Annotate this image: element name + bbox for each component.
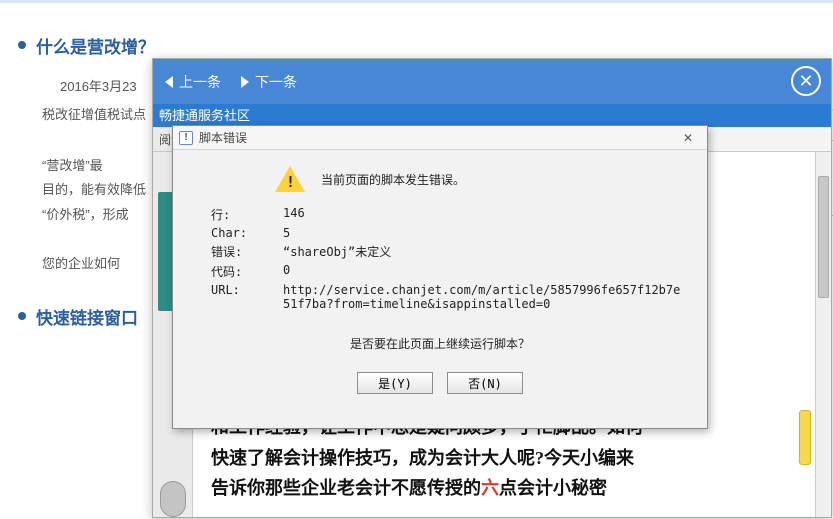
article-line-2: 快速了解会计操作技巧，成为会计大人呢?今天小编来 [211,443,797,474]
dialog-title-text: 脚本错误 [199,129,247,146]
close-icon: ✕ [798,71,813,92]
row-code-value: 0 [283,263,685,280]
site-title: 畅捷通服务社区 [159,108,250,123]
heading-1: 什么是营改增？ [36,33,155,58]
row-url-value: http://service.chanjet.com/m/article/585… [283,283,685,311]
modal-nav-bar: 上一条 下一条 ✕ [153,59,831,104]
error-details-table: 行: 146 Char: 5 错误: “shareObj”未定义 代码: 0 U… [211,206,685,311]
gray-capsule-icon [160,481,186,517]
row-char-label: Char: [211,226,283,240]
row-line-value: 146 [283,206,685,223]
script-error-dialog: ! 脚本错误 ✕ 当前页面的脚本发生错误。 行: 146 Char: 5 错误:… [172,125,708,429]
article-line-3: 告诉你那些企业老会计不愿传授的六点会计小秘密 [211,473,797,504]
next-label: 下一条 [255,72,297,92]
no-button[interactable]: 否(N) [447,372,523,394]
bullet-item-1: 什么是营改增？ [18,33,833,58]
bullet-dot-icon [18,312,26,320]
row-error-label: 错误: [211,243,283,260]
row-error-value: “shareObj”未定义 [283,243,685,260]
next-article-button[interactable]: 下一条 [241,72,297,92]
warning-triangle-icon [275,166,305,192]
dialog-title-bar: ! 脚本错误 ✕ [173,126,707,150]
dialog-body: 当前页面的脚本发生错误。 行: 146 Char: 5 错误: “shareOb… [173,150,707,428]
article-line-3-red: 六 [481,478,499,498]
article-line-3a: 告诉你那些企业老会计不愿传授的 [211,478,481,498]
prev-label: 上一条 [179,72,221,92]
continue-question: 是否要在此页面上继续运行脚本？ [195,335,685,352]
dialog-heading: 当前页面的脚本发生错误。 [321,171,465,188]
dialog-button-row: 是(Y) 否(N) [195,372,685,394]
chevron-right-icon [241,76,249,88]
row-code-label: 代码: [211,263,283,280]
bullet-dot-icon [18,41,26,49]
heading-2: 快速链接窗口 [36,304,138,329]
row-char-value: 5 [283,226,685,240]
close-modal-button[interactable]: ✕ [791,66,821,96]
row-line-label: 行: [211,206,283,223]
dialog-close-button[interactable]: ✕ [673,129,703,146]
article-line-3b: 点会计小秘密 [499,478,607,498]
chevron-left-icon [165,76,173,88]
prev-article-button[interactable]: 上一条 [165,72,221,92]
yes-button[interactable]: 是(Y) [357,372,433,394]
vertical-scrollbar[interactable] [815,152,831,517]
site-title-bar: 畅捷通服务社区 [153,104,831,127]
close-icon: ✕ [683,131,693,145]
dialog-heading-row: 当前页面的脚本发生错误。 [275,166,685,192]
yellow-side-tab[interactable] [799,410,811,465]
script-error-title-icon: ! [179,131,193,145]
row-url-label: URL: [211,283,283,311]
